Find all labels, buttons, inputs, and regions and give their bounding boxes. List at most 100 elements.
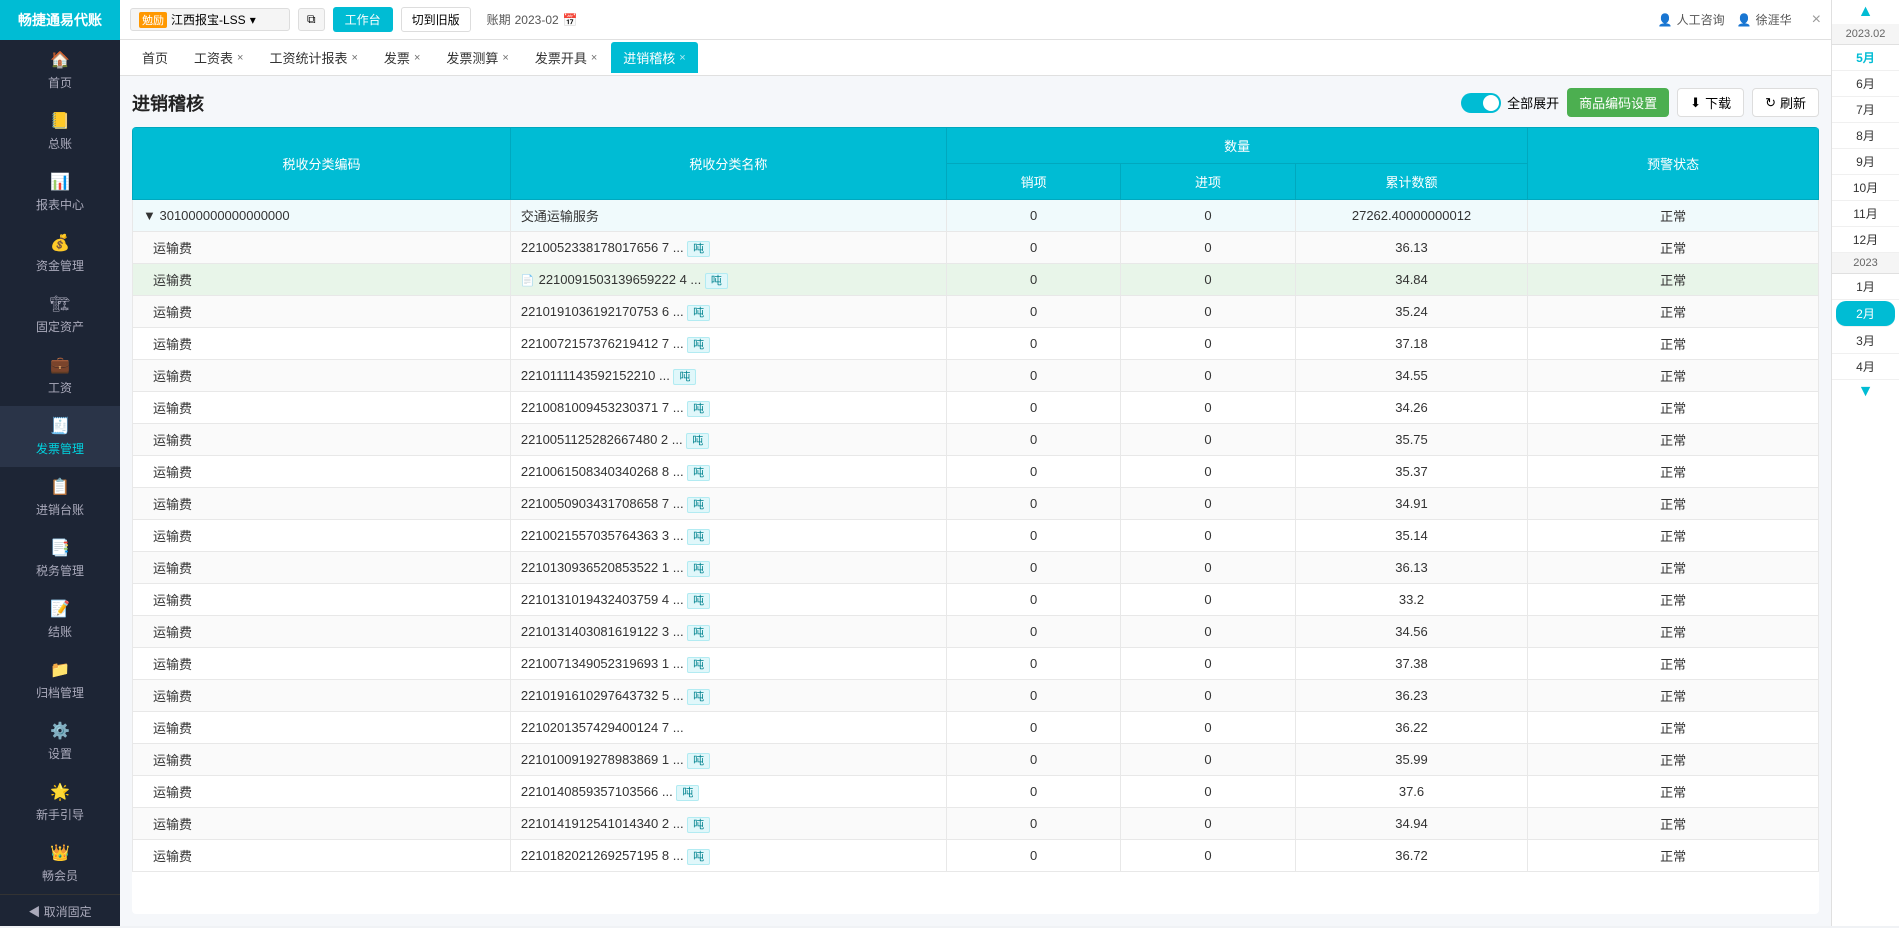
sidebar-item-guide[interactable]: 🌟新手引导 xyxy=(0,772,120,833)
cell-name-child: 运输费 xyxy=(133,616,511,648)
cell-cumulative: 27262.40000000012 xyxy=(1295,200,1528,232)
cell-name-child: 运输费 xyxy=(133,456,511,488)
sidebar-item-salary[interactable]: 💼工资 xyxy=(0,345,120,406)
tab-close-5[interactable]: × xyxy=(591,52,597,64)
calendar-down-nav[interactable]: ▼ xyxy=(1832,380,1899,404)
unit-tag: 吨 xyxy=(687,241,710,257)
calendar-month-1[interactable]: 1月 xyxy=(1832,274,1899,300)
tab-close-2[interactable]: × xyxy=(351,52,357,64)
tab-close-1[interactable]: × xyxy=(237,52,243,64)
cell-name: 交通运输服务 xyxy=(510,200,946,232)
download-icon: ⬇ xyxy=(1690,95,1701,111)
cell-invoice: 2210051125282667480 2 ... 吨 xyxy=(510,424,946,456)
nav-tab-4[interactable]: 发票测算 × xyxy=(434,42,520,73)
sidebar-label-assets: 固定资产 xyxy=(36,318,84,335)
calendar-month-7[interactable]: 7月 xyxy=(1832,97,1899,123)
workbench-button[interactable]: 工作台 xyxy=(333,7,393,32)
cell-cumulative: 35.14 xyxy=(1295,520,1528,552)
sidebar-item-ledger[interactable]: 📒总账 xyxy=(0,101,120,162)
calendar-month-12[interactable]: 12月 xyxy=(1832,227,1899,253)
calendar-month-9[interactable]: 9月 xyxy=(1832,149,1899,175)
calendar-up-nav[interactable]: ▲ xyxy=(1832,0,1899,24)
toggle-switch-control[interactable] xyxy=(1461,93,1501,113)
calendar-month-2-active[interactable]: 2月 xyxy=(1836,301,1895,327)
sidebar-item-reports[interactable]: 📊报表中心 xyxy=(0,162,120,223)
refresh-label: 刷新 xyxy=(1780,93,1806,112)
sidebar-item-archive[interactable]: 📁归档管理 xyxy=(0,650,120,711)
sidebar-item-member[interactable]: 👑畅会员 xyxy=(0,833,120,894)
cell-name-child: 运输费 xyxy=(133,360,511,392)
nav-tab-2[interactable]: 工资统计报表× xyxy=(257,42,369,73)
cell-sales: 0 xyxy=(946,360,1120,392)
sidebar-item-invoice[interactable]: 🧾发票管理 xyxy=(0,406,120,467)
nav-tab-0[interactable]: 首页 xyxy=(130,42,180,73)
tab-label-4: 发票测算 xyxy=(446,48,498,67)
calendar-month-10[interactable]: 10月 xyxy=(1832,175,1899,201)
calendar-month-5[interactable]: 5月 xyxy=(1832,45,1899,71)
cell-sales: 0 xyxy=(946,840,1120,872)
sidebar-label-ledger: 总账 xyxy=(48,135,72,152)
tree-collapse-icon[interactable]: ▼ xyxy=(143,208,159,223)
download-button[interactable]: ⬇ 下载 xyxy=(1677,88,1744,117)
sidebar-item-home[interactable]: 🏠首页 xyxy=(0,40,120,101)
copy-button[interactable]: ⧉ xyxy=(298,8,325,31)
calendar-month-3[interactable]: 3月 xyxy=(1832,328,1899,354)
calendar-month-6[interactable]: 6月 xyxy=(1832,71,1899,97)
table-row: 运输费 2210182021269257195 8 ... 吨 0 0 36.7… xyxy=(133,840,1819,872)
cell-cumulative: 36.72 xyxy=(1295,840,1528,872)
col-header-purchase: 进项 xyxy=(1121,164,1295,200)
sidebar-label-invoice: 发票管理 xyxy=(36,440,84,457)
calendar-icon[interactable]: 📅 xyxy=(563,13,578,27)
calendar-month-4[interactable]: 4月 xyxy=(1832,354,1899,380)
tab-label-3: 发票 xyxy=(384,48,410,67)
unit-tag: 吨 xyxy=(676,785,699,801)
tab-close-3[interactable]: × xyxy=(414,52,420,64)
calendar-month-8[interactable]: 8月 xyxy=(1832,123,1899,149)
table-row: 运输费 2210051125282667480 2 ... 吨 0 0 35.7… xyxy=(133,424,1819,456)
cell-cumulative: 37.6 xyxy=(1295,776,1528,808)
company-selector[interactable]: 勉励 江西报宝-LSS ▾ xyxy=(130,8,290,31)
nav-tab-5[interactable]: 发票开具× xyxy=(523,42,609,73)
sidebar-icon-assets: 🏗 xyxy=(50,294,70,314)
user-profile[interactable]: 👤 徐涯华 xyxy=(1737,11,1792,28)
switch-version-button[interactable]: 切到旧版 xyxy=(401,7,471,32)
sidebar-item-tax[interactable]: 📑税务管理 xyxy=(0,528,120,589)
tab-close-4[interactable]: × xyxy=(502,52,508,64)
cell-status: 正常 xyxy=(1528,808,1819,840)
cell-cumulative: 34.84 xyxy=(1295,264,1528,296)
table-row: 运输费 2210052338178017656 7 ... 吨 0 0 36.1… xyxy=(133,232,1819,264)
nav-tab-3[interactable]: 发票 × xyxy=(372,42,432,73)
col-header-status: 预警状态 xyxy=(1528,128,1819,200)
cell-name-child: 运输费 xyxy=(133,328,511,360)
unit-tag: 吨 xyxy=(687,817,710,833)
unpin-button[interactable]: ◀ 取消固定 xyxy=(0,894,120,928)
nav-tab-1[interactable]: 工资表× xyxy=(182,42,255,73)
nav-tab-6[interactable]: 进销稽核× xyxy=(611,42,697,73)
cell-invoice: 2210131403081619122 3 ... 吨 xyxy=(510,616,946,648)
sidebar-item-assets[interactable]: 🏗 固定资产 xyxy=(0,284,120,345)
close-button[interactable]: × xyxy=(1812,11,1821,29)
cell-name-child: 运输费 xyxy=(133,744,511,776)
sidebar-item-capital[interactable]: 💰资金管理 xyxy=(0,223,120,284)
table-row: 运输费 📄2210091503139659222 4 ... 吨 0 0 34.… xyxy=(133,264,1819,296)
cell-invoice: 2210111143592152210 ... 吨 xyxy=(510,360,946,392)
support-link[interactable]: 👤 人工咨询 xyxy=(1658,11,1725,28)
col-header-quantity-group: 数量 xyxy=(946,128,1527,164)
main-area: 勉励 江西报宝-LSS ▾ ⧉ 工作台 切到旧版 账期 2023-02 📅 👤 … xyxy=(120,0,1831,926)
sidebar-item-settlement[interactable]: 📝结账 xyxy=(0,589,120,650)
expand-toggle[interactable]: 全部展开 xyxy=(1461,93,1559,113)
tab-close-6[interactable]: × xyxy=(679,52,685,64)
table-row: 运输费 2210140859357103566 ... 吨 0 0 37.6 正… xyxy=(133,776,1819,808)
sidebar-label-tax: 税务管理 xyxy=(36,562,84,579)
user-avatar: 👤 xyxy=(1737,13,1752,27)
settings-button[interactable]: 商品编码设置 xyxy=(1567,88,1669,117)
tab-label-0: 首页 xyxy=(142,48,168,67)
cell-purchase: 0 xyxy=(1121,392,1295,424)
cell-purchase: 0 xyxy=(1121,424,1295,456)
refresh-button[interactable]: ↻ 刷新 xyxy=(1752,88,1819,117)
cell-invoice: 2210191610297643732 5 ... 吨 xyxy=(510,680,946,712)
cell-cumulative: 36.13 xyxy=(1295,552,1528,584)
sidebar-item-sales[interactable]: 📋进销台账 xyxy=(0,467,120,528)
sidebar-item-settings[interactable]: ⚙️设置 xyxy=(0,711,120,772)
calendar-month-11[interactable]: 11月 xyxy=(1832,201,1899,227)
